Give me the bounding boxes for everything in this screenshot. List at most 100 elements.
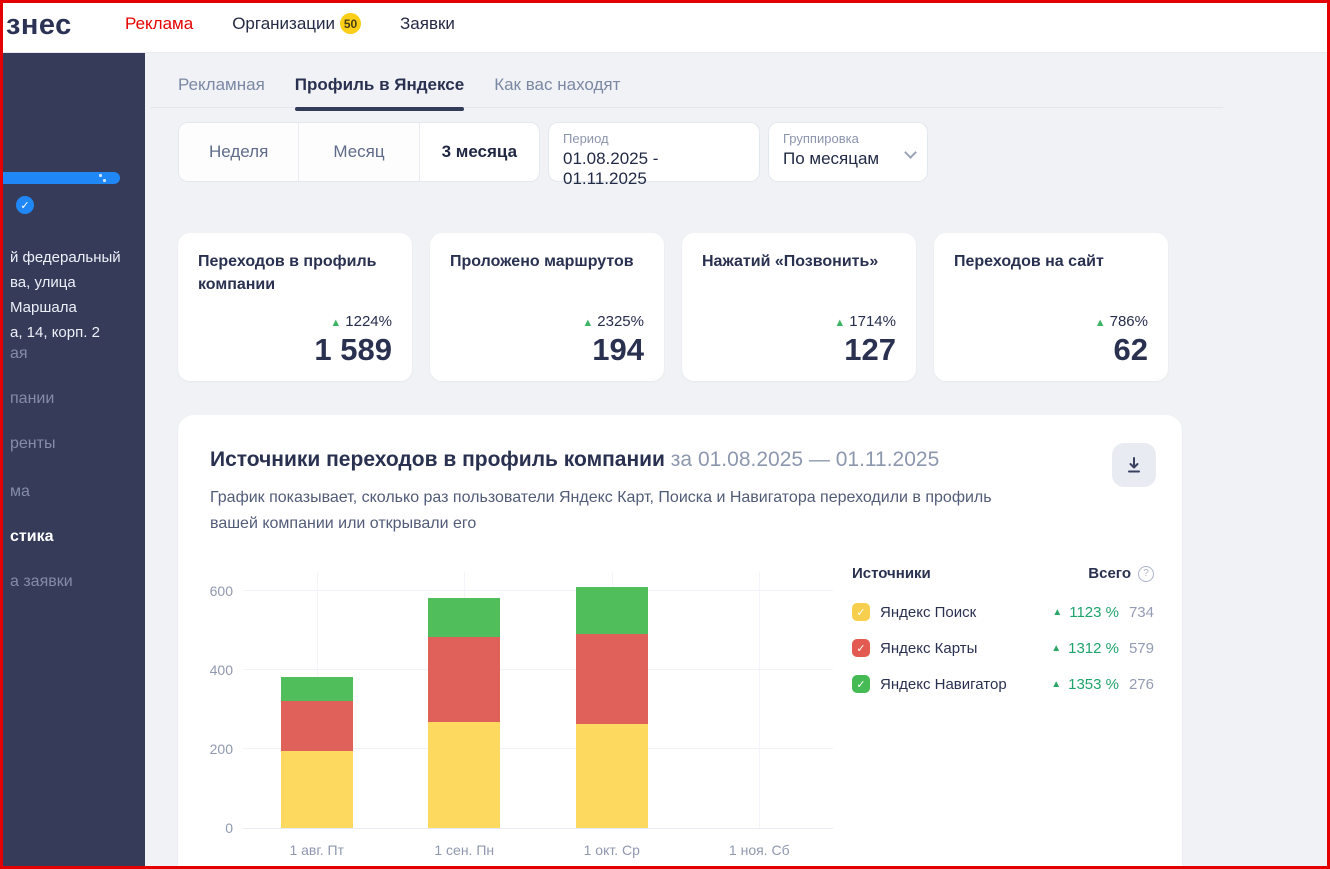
main-content: Рекламная Профиль в Яндексе Как вас нахо…: [145, 53, 1330, 869]
stat-card-site-visits: Переходов на сайт ▲ 786% 62: [934, 233, 1168, 381]
y-axis-tick-label: 200: [209, 740, 233, 757]
stat-value: 127: [844, 332, 896, 367]
checkbox-checked-icon[interactable]: ✓: [852, 675, 870, 693]
nav-item-organizacii[interactable]: Организации 50: [232, 13, 362, 34]
stat-change: ▲ 2325%: [582, 313, 644, 330]
sidebar-item-statistics[interactable]: стика: [10, 528, 53, 546]
range-segmented-control: Неделя Месяц 3 месяца: [178, 122, 540, 182]
range-option-3-months[interactable]: 3 месяца: [419, 123, 539, 181]
legend-toggle-navigator[interactable]: ✓ Яндекс Навигатор: [852, 675, 1007, 693]
tab-kak-vas-nahodyat[interactable]: Как вас находят: [494, 75, 620, 111]
legend-toggle-search[interactable]: ✓ Яндекс Поиск: [852, 603, 976, 621]
x-axis-tick-label: 1 авг. Пт: [289, 842, 345, 858]
sidebar-item-6[interactable]: а заявки: [10, 573, 73, 591]
x-axis-tick-label: 1 ноя. Сб: [728, 842, 790, 858]
bar-segment[interactable]: [280, 676, 353, 702]
legend-row-search: ✓ Яндекс Поиск ▲ 1123 % 734: [852, 603, 1154, 621]
increase-triangle-icon: ▲: [582, 317, 594, 329]
progress-bar: [0, 172, 120, 184]
bar-segment[interactable]: [575, 587, 648, 634]
bar-segment[interactable]: [280, 750, 353, 828]
yandex-business-logo: знес: [6, 9, 72, 41]
progress-dot: [103, 179, 106, 182]
nav-item-reklama[interactable]: Реклама: [125, 14, 193, 34]
bar-stack-3[interactable]: [575, 587, 648, 828]
increase-triangle-icon: ▲: [330, 317, 342, 329]
checkbox-checked-icon[interactable]: ✓: [852, 603, 870, 621]
sidebar-item-3[interactable]: ренты: [10, 435, 55, 453]
progress-dot: [99, 174, 102, 177]
x-axis-tick-label: 1 окт. Ср: [583, 842, 640, 858]
top-navigation: Реклама Организации 50 Заявки: [125, 13, 455, 34]
download-icon: [1128, 457, 1140, 473]
tab-reklamnaya[interactable]: Рекламная: [178, 75, 265, 111]
sidebar-item-4[interactable]: ма: [10, 483, 30, 501]
legend-row-maps: ✓ Яндекс Карты ▲ 1312 % 579: [852, 639, 1154, 657]
stat-value: 62: [1113, 332, 1148, 367]
grouping-value: По месяцам: [783, 149, 880, 168]
section-tabs: Рекламная Профиль в Яндексе Как вас нахо…: [178, 75, 620, 111]
legend-header: Источники Всего ?: [852, 565, 1154, 582]
increase-triangle-icon: ▲: [1094, 317, 1106, 329]
period-picker[interactable]: Период 01.08.2025 - 01.11.2025: [548, 122, 760, 188]
legend-total-header: Всего: [1088, 565, 1131, 582]
chart-subtitle: График показывает, сколько раз пользоват…: [210, 489, 992, 532]
chart-title: Источники переходов в профиль компании з…: [210, 448, 940, 471]
range-option-week[interactable]: Неделя: [179, 123, 300, 181]
chart-legend: Источники Всего ? ✓ Яндекс Поиск ▲ 1123 …: [852, 565, 1154, 711]
bar-segment[interactable]: [280, 701, 353, 751]
y-axis-tick-label: 0: [225, 820, 233, 836]
legend-toggle-maps[interactable]: ✓ Яндекс Карты: [852, 639, 977, 657]
gridline-vertical: [759, 572, 761, 828]
top-header: знес Реклама Организации 50 Заявки: [0, 0, 1330, 53]
sidebar-item-2[interactable]: пании: [10, 390, 54, 408]
legend-total-value: 579: [1128, 639, 1154, 657]
sources-chart-card: Источники переходов в профиль компании з…: [178, 415, 1182, 869]
stat-value: 194: [592, 332, 644, 367]
nav-item-zayavki[interactable]: Заявки: [400, 14, 455, 34]
range-option-month[interactable]: Месяц: [299, 123, 420, 181]
verified-check-icon: ✓: [16, 196, 34, 214]
sidebar: ✓ й федеральный ва, улица Маршала а, 14,…: [0, 53, 145, 869]
grouping-label: Группировка: [783, 131, 859, 146]
organizations-count-badge: 50: [340, 13, 362, 34]
download-button[interactable]: [1112, 443, 1156, 487]
stat-card-profile-visits: Переходов в профиль компании ▲ 1224% 1 58…: [178, 233, 412, 381]
bar-stack-2[interactable]: [428, 597, 501, 828]
increase-triangle-icon: ▲: [1051, 642, 1062, 654]
stat-title: Переходов в профиль компании: [198, 253, 377, 293]
bar-stack-1[interactable]: [280, 676, 353, 828]
stat-change: ▲ 1714%: [834, 313, 896, 330]
legend-sources-header: Источники: [852, 565, 931, 582]
x-axis-tick-label: 1 сен. Пн: [434, 842, 495, 858]
bar-segment[interactable]: [575, 724, 648, 828]
checkbox-checked-icon[interactable]: ✓: [852, 639, 870, 657]
increase-triangle-icon: ▲: [1051, 678, 1062, 690]
help-icon[interactable]: ?: [1138, 565, 1154, 582]
period-label: Период: [563, 131, 609, 146]
stat-change: ▲ 1224%: [330, 313, 392, 330]
legend-change-pct: 1312 %: [1068, 639, 1119, 657]
bar-segment[interactable]: [428, 597, 501, 638]
stat-title: Нажатий «Позвонить»: [702, 253, 879, 270]
tab-profil-v-yandekse[interactable]: Профиль в Яндексе: [294, 75, 465, 111]
legend-row-navigator: ✓ Яндекс Навигатор ▲ 1353 % 276: [852, 675, 1154, 693]
bar-segment[interactable]: [428, 722, 501, 828]
increase-triangle-icon: ▲: [1052, 606, 1063, 618]
legend-change-pct: 1353 %: [1068, 675, 1119, 693]
increase-triangle-icon: ▲: [834, 317, 846, 329]
company-address: й федеральный ва, улица Маршала а, 14, к…: [10, 245, 145, 345]
legend-change-pct: 1123 %: [1069, 603, 1119, 621]
bar-segment[interactable]: [575, 633, 648, 725]
bar-segment[interactable]: [428, 637, 501, 723]
y-axis-tick-label: 400: [209, 661, 233, 678]
sidebar-item-1[interactable]: ая: [10, 345, 28, 363]
stat-title: Переходов на сайт: [954, 253, 1104, 270]
stat-card-routes: Проложено маршрутов ▲ 2325% 194: [430, 233, 664, 381]
gridline-horizontal: [243, 589, 833, 591]
period-value: 01.08.2025 - 01.11.2025: [563, 149, 659, 188]
address-line: й федеральный: [10, 249, 121, 266]
stat-change: ▲ 786%: [1094, 313, 1148, 330]
gridline-horizontal: [243, 668, 833, 670]
grouping-dropdown[interactable]: Группировка По месяцам: [768, 122, 928, 182]
